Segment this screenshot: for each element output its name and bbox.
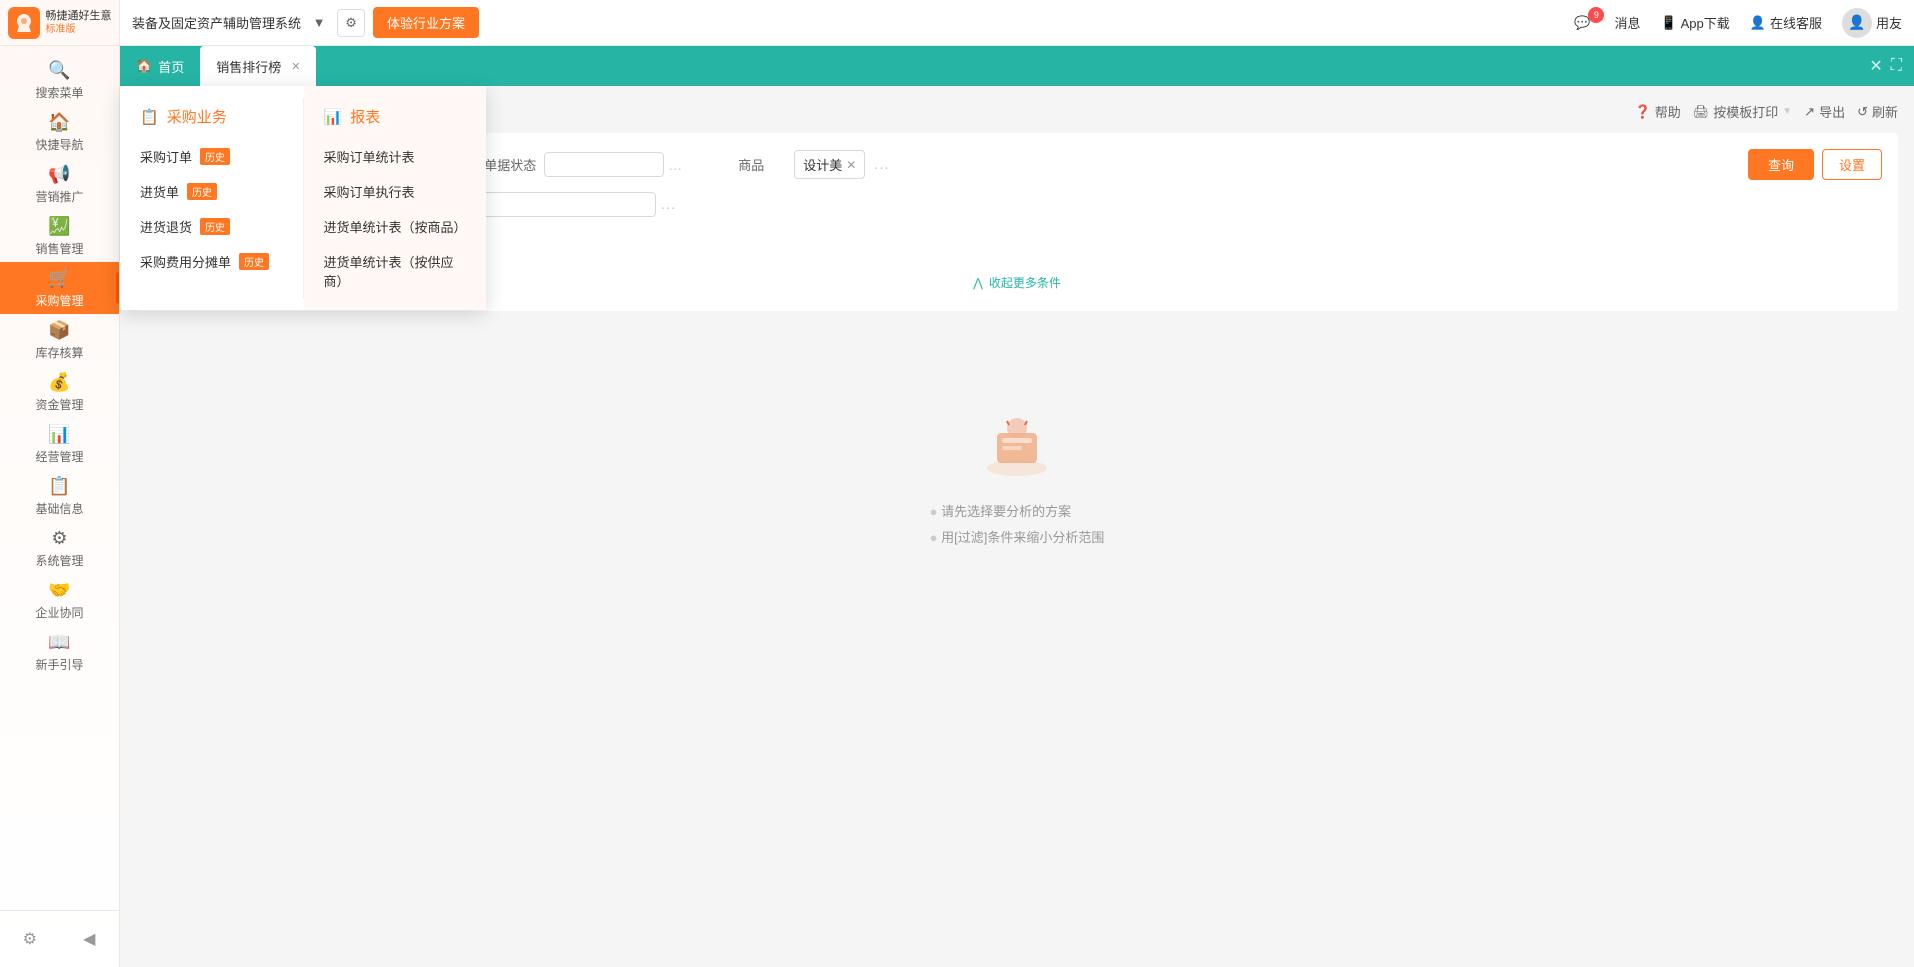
menu-section-reports-title: 📊 报表	[304, 98, 487, 139]
menu-section-purchase: 📋 采购业务 采购订单历史进货单历史进货退货历史采购费用分摊单历史	[120, 86, 303, 310]
menu-item-label: 进货单统计表（按供应商）	[324, 252, 467, 290]
menu-item-label: 采购订单	[140, 147, 192, 166]
menu-item-进货退货[interactable]: 进货退货历史	[120, 209, 303, 244]
menu-item-label: 采购订单统计表	[324, 147, 415, 166]
menu-item-label: 采购费用分摊单	[140, 252, 231, 271]
menu-item-采购订单统计表[interactable]: 采购订单统计表	[304, 139, 487, 174]
menu-section-purchase-title: 📋 采购业务	[120, 98, 303, 139]
history-badge: 历史	[200, 218, 230, 235]
history-badge: 历史	[200, 148, 230, 165]
menu-item-label: 进货单统计表（按商品）	[324, 217, 467, 236]
menu-item-进货单[interactable]: 进货单历史	[120, 174, 303, 209]
history-badge: 历史	[239, 253, 269, 270]
reports-section-icon: 📊	[324, 108, 343, 126]
menu-item-进货单统计表按商品[interactable]: 进货单统计表（按商品）	[304, 209, 487, 244]
history-badge: 历史	[187, 183, 217, 200]
menu-items-reports: 采购订单统计表采购订单执行表进货单统计表（按商品） 进货单统计表（按供应商）	[304, 139, 487, 298]
dropdown-menu: 📋 采购业务 采购订单历史进货单历史进货退货历史采购费用分摊单历史 📊 报表 采…	[120, 86, 486, 310]
menu-items-purchase: 采购订单历史进货单历史进货退货历史采购费用分摊单历史	[120, 139, 303, 279]
menu-item-进货单统计表按供应商[interactable]: 进货单统计表（按供应商）	[304, 244, 487, 298]
menu-section-reports: 📊 报表 采购订单统计表采购订单执行表进货单统计表（按商品） 进货单统计表（按供应…	[304, 86, 487, 310]
menu-item-采购订单[interactable]: 采购订单历史	[120, 139, 303, 174]
menu-item-label: 进货退货	[140, 217, 192, 236]
menu-item-label: 进货单	[140, 182, 179, 201]
purchase-section-icon: 📋	[140, 108, 159, 126]
menu-item-采购订单执行表[interactable]: 采购订单执行表	[304, 174, 487, 209]
menu-item-label: 采购订单执行表	[324, 182, 415, 201]
menu-item-采购费用分摊单[interactable]: 采购费用分摊单历史	[120, 244, 303, 279]
